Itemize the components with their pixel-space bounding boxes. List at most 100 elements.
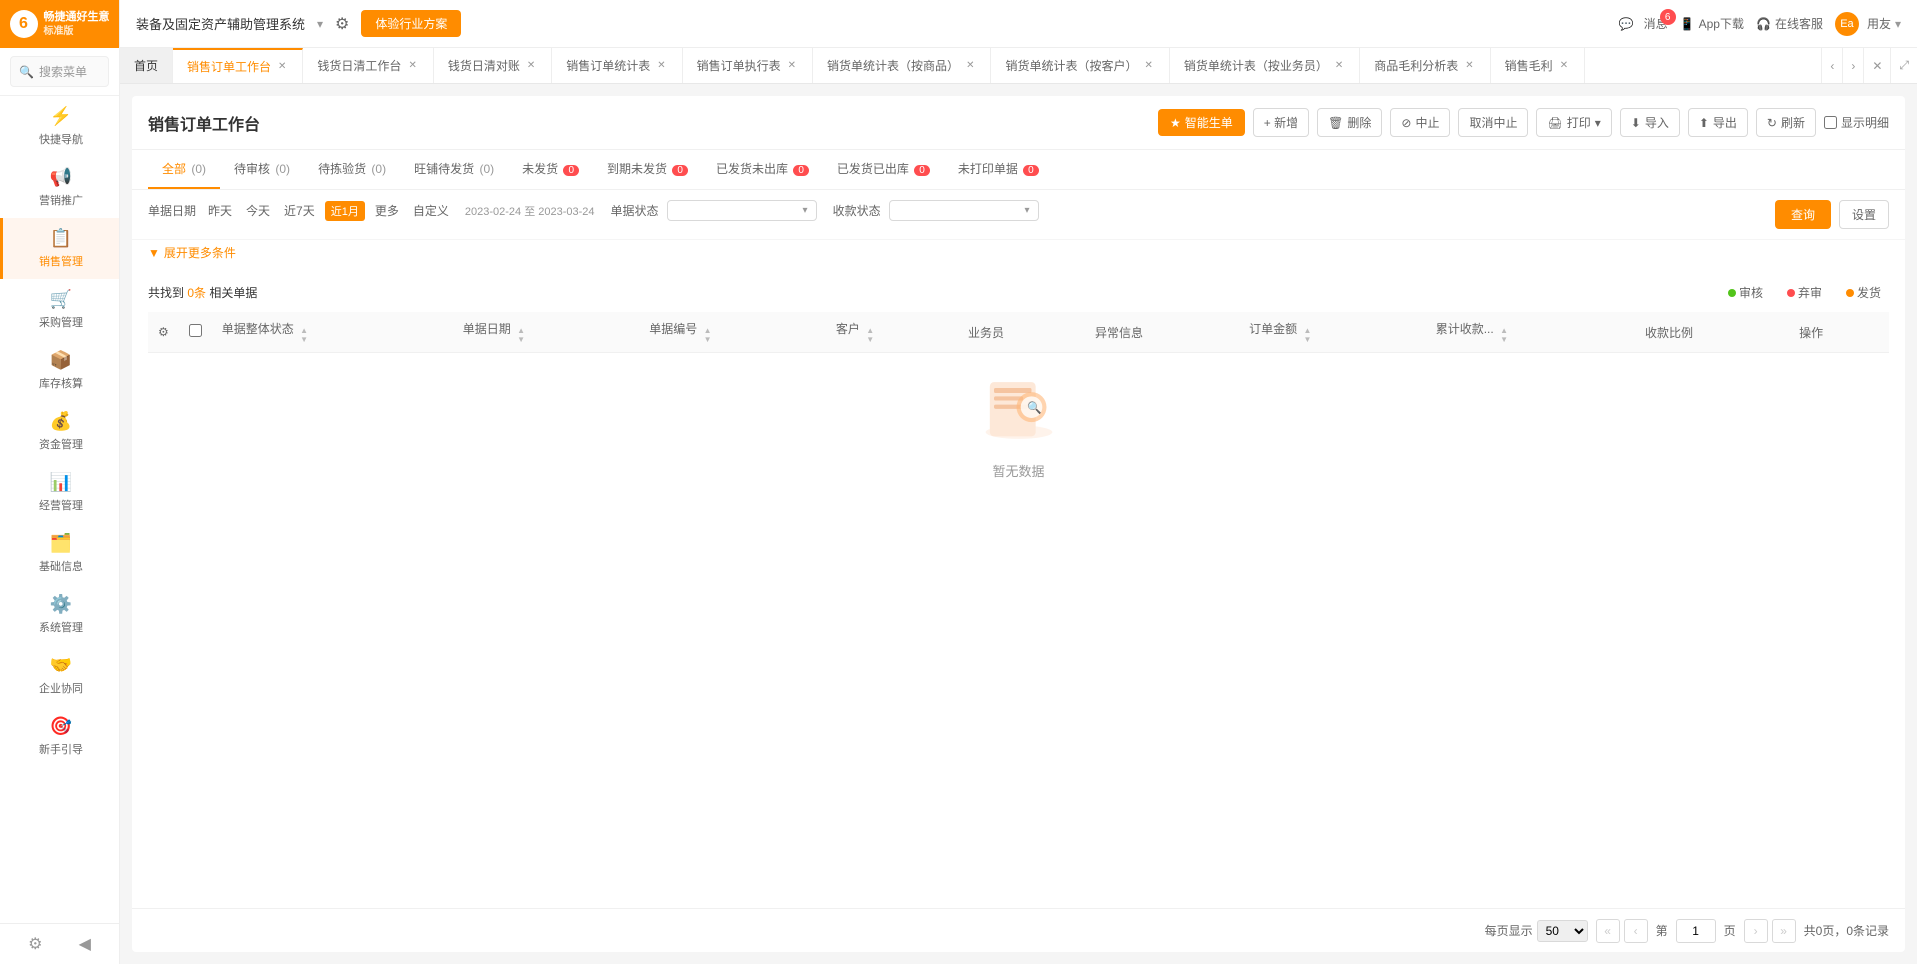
- tab-sales-by-product[interactable]: 销货单统计表（按商品） ✕: [813, 48, 991, 84]
- sidebar-item-quick-nav[interactable]: ⚡ 快捷导航: [0, 96, 119, 157]
- last-page-button[interactable]: »: [1772, 919, 1796, 943]
- sub-tab-shipped-out[interactable]: 已发货已出库 0: [823, 150, 944, 189]
- smart-generate-button[interactable]: ★ 智能生单: [1158, 109, 1245, 136]
- select-all-checkbox[interactable]: [189, 324, 202, 337]
- tab-close-all[interactable]: ✕: [1863, 48, 1890, 84]
- th-number-sort[interactable]: ▲▼: [704, 326, 712, 344]
- tab-cash-reconcile[interactable]: 钱货日清对账 ✕: [434, 48, 552, 84]
- ship-button[interactable]: 发货: [1838, 281, 1889, 304]
- tab-sales-stat[interactable]: 销售订单统计表 ✕: [552, 48, 682, 84]
- th-status-sort[interactable]: ▲▼: [300, 326, 308, 344]
- tab-sales-by-product-close[interactable]: ✕: [964, 58, 976, 73]
- sidebar-item-system[interactable]: ⚙️ 系统管理: [0, 584, 119, 645]
- date-opt-today[interactable]: 今天: [242, 200, 274, 221]
- sub-tab-shipped-not-out[interactable]: 已发货未出库 0: [702, 150, 823, 189]
- sub-tab-overdue[interactable]: 到期未发货 0: [593, 150, 702, 189]
- user-button[interactable]: Ea 用友 ▾: [1835, 12, 1901, 36]
- expand-more-button[interactable]: ▼ 展开更多条件: [148, 240, 1889, 265]
- first-page-button[interactable]: «: [1596, 919, 1620, 943]
- sub-tab-pending-inspect[interactable]: 待拣验货 (0): [304, 150, 400, 189]
- tab-maximize[interactable]: ⤢: [1890, 48, 1917, 84]
- show-detail-checkbox-label[interactable]: 显示明细: [1824, 114, 1889, 131]
- query-button[interactable]: 查询: [1775, 200, 1831, 229]
- tab-cash-reconcile-close[interactable]: ✕: [525, 58, 537, 73]
- sidebar-item-sales-label: 销售管理: [39, 253, 83, 269]
- date-opt-1month[interactable]: 近1月: [325, 201, 365, 221]
- tab-home[interactable]: 首页: [120, 48, 173, 84]
- tab-sales-by-customer[interactable]: 销货单统计表（按客户） ✕: [991, 48, 1169, 84]
- cancel-review-button[interactable]: 弃审: [1779, 281, 1830, 304]
- dropdown-arrow-system[interactable]: ▾: [317, 17, 323, 31]
- system-icon: ⚙️: [50, 594, 72, 615]
- tab-sales-stat-label: 销售订单统计表: [566, 57, 650, 74]
- sidebar-item-marketing[interactable]: 📢 营销推广: [0, 157, 119, 218]
- tab-sales-more[interactable]: 销售毛利 ✕: [1491, 48, 1585, 84]
- export-button[interactable]: ⬆ 导出: [1688, 108, 1748, 137]
- service-icon: 🎧: [1756, 17, 1771, 31]
- page-number-input[interactable]: [1676, 919, 1716, 943]
- th-settings[interactable]: ⚙: [148, 312, 179, 353]
- tab-sales-workbench-close[interactable]: ✕: [276, 59, 288, 74]
- sidebar-item-base-info[interactable]: 🗂️ 基础信息: [0, 523, 119, 584]
- sidebar-item-purchase[interactable]: 🛒 采购管理: [0, 279, 119, 340]
- sidebar-item-inventory[interactable]: 📦 库存核算: [0, 340, 119, 401]
- sub-tab-all[interactable]: 全部 (0): [148, 150, 220, 189]
- th-date-sort[interactable]: ▲▼: [517, 326, 525, 344]
- page-size-select[interactable]: 10 20 50 100: [1537, 920, 1588, 942]
- settings-footer-button[interactable]: ⚙: [28, 934, 42, 954]
- tab-scroll-left[interactable]: ‹: [1821, 48, 1842, 84]
- sidebar-item-enterprise[interactable]: 🤝 企业协同: [0, 645, 119, 706]
- tab-sales-more-close[interactable]: ✕: [1558, 58, 1570, 73]
- date-opt-more[interactable]: 更多: [371, 200, 403, 221]
- sub-tab-pending-inspect-label: 待拣验货: [318, 162, 366, 176]
- tab-cash-daily[interactable]: 钱货日清工作台 ✕: [303, 48, 433, 84]
- search-menu-button[interactable]: 🔍 搜索菜单: [10, 56, 109, 87]
- payment-select[interactable]: ▾: [889, 200, 1039, 221]
- tab-sales-exec[interactable]: 销售订单执行表 ✕: [683, 48, 813, 84]
- tab-gross-margin[interactable]: 商品毛利分析表 ✕: [1360, 48, 1490, 84]
- tab-sales-by-staff[interactable]: 销货单统计表（按业务员） ✕: [1170, 48, 1360, 84]
- import-button[interactable]: ⬇ 导入: [1620, 108, 1680, 137]
- sidebar-item-sales[interactable]: 📋 销售管理: [0, 218, 119, 279]
- th-collected-sort[interactable]: ▲▼: [1500, 326, 1508, 344]
- app-download-button[interactable]: 📱 App下载: [1680, 15, 1744, 32]
- sidebar-item-operations[interactable]: 📊 经营管理: [0, 462, 119, 523]
- prev-page-button[interactable]: ‹: [1624, 919, 1648, 943]
- sidebar-item-guide[interactable]: 🎯 新手引导: [0, 706, 119, 767]
- new-button[interactable]: + 新增: [1253, 108, 1309, 137]
- show-detail-checkbox[interactable]: [1824, 116, 1837, 129]
- th-customer-sort[interactable]: ▲▼: [866, 326, 874, 344]
- delete-button[interactable]: 🗑 删除: [1317, 108, 1382, 137]
- tab-cash-daily-close[interactable]: ✕: [406, 58, 418, 73]
- tab-gross-margin-close[interactable]: ✕: [1463, 58, 1475, 73]
- message-button[interactable]: 💬 6 消息: [1619, 15, 1668, 32]
- tab-sales-by-customer-close[interactable]: ✕: [1142, 58, 1154, 73]
- gear-button[interactable]: ⚙: [335, 14, 349, 34]
- cancel-stop-button[interactable]: 取消中止: [1458, 108, 1528, 137]
- sub-tab-not-printed[interactable]: 未打印单据 0: [944, 150, 1053, 189]
- setting-button[interactable]: 设置: [1839, 200, 1889, 229]
- date-opt-7days[interactable]: 近7天: [280, 200, 319, 221]
- refresh-button[interactable]: ↻ 刷新: [1756, 108, 1816, 137]
- tab-sales-stat-close[interactable]: ✕: [655, 58, 667, 73]
- sidebar-item-finance[interactable]: 💰 资金管理: [0, 401, 119, 462]
- tab-sales-by-staff-close[interactable]: ✕: [1333, 58, 1345, 73]
- next-page-button[interactable]: ›: [1744, 919, 1768, 943]
- tab-scroll-right[interactable]: ›: [1842, 48, 1863, 84]
- print-button[interactable]: 🖨 打印 ▾: [1536, 108, 1611, 137]
- tab-sales-workbench[interactable]: 销售订单工作台 ✕: [173, 48, 303, 84]
- collapse-sidebar-button[interactable]: ◀: [79, 934, 91, 954]
- sub-tab-wangpu[interactable]: 旺铺待发货 (0): [400, 150, 508, 189]
- sub-tab-not-shipped[interactable]: 未发货 0: [508, 150, 593, 189]
- date-opt-yesterday[interactable]: 昨天: [204, 200, 236, 221]
- date-opt-custom[interactable]: 自定义: [409, 200, 453, 221]
- tab-sales-exec-close[interactable]: ✕: [786, 58, 798, 73]
- review-button[interactable]: 审核: [1720, 281, 1771, 304]
- stop-button[interactable]: ⊘ 中止: [1390, 108, 1450, 137]
- sub-tab-pending-review[interactable]: 待审核 (0): [220, 150, 304, 189]
- status-select[interactable]: ▾: [667, 200, 817, 221]
- online-service-button[interactable]: 🎧 在线客服: [1756, 15, 1823, 32]
- th-checkbox[interactable]: [179, 312, 212, 353]
- th-amount-sort[interactable]: ▲▼: [1304, 326, 1312, 344]
- industry-button[interactable]: 体验行业方案: [361, 10, 461, 37]
